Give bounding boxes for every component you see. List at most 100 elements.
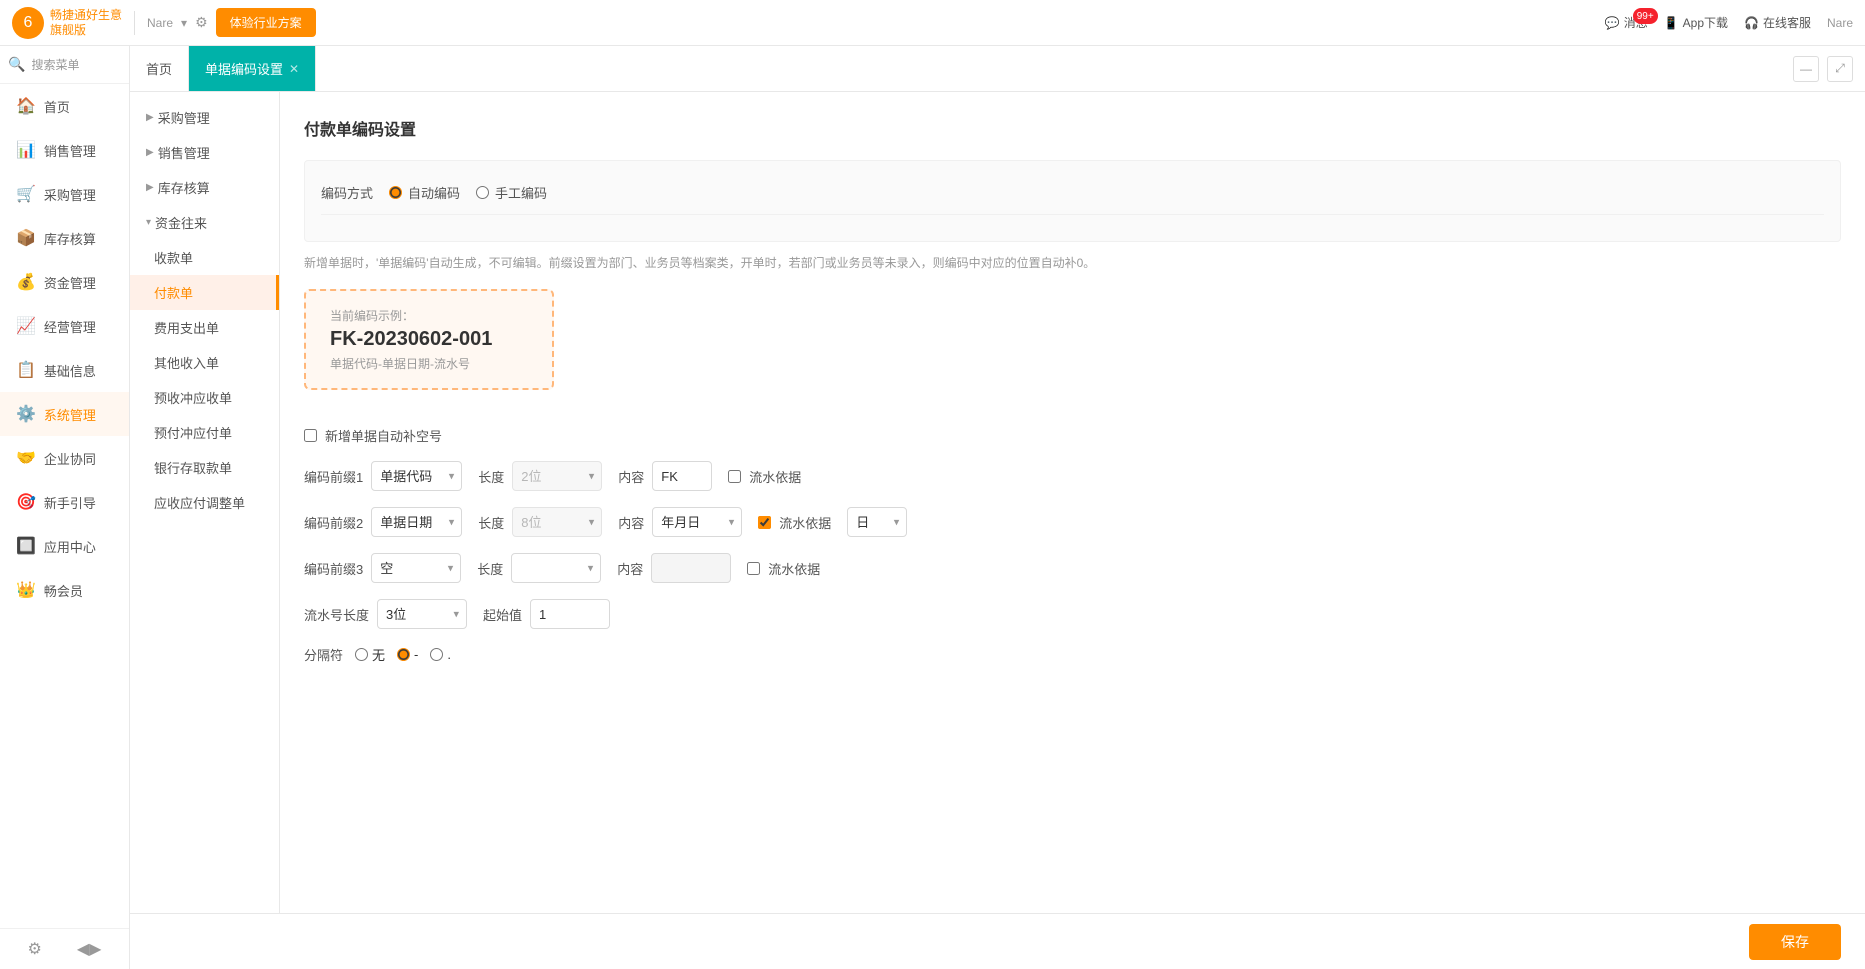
sidebar-search[interactable]: 🔍 搜索菜单 [0,46,129,84]
auto-coding-option[interactable]: 自动编码 [389,183,460,202]
sidebar-item-operations[interactable]: 📈 经营管理 [0,304,129,348]
day2-select-wrapper: 日 [847,507,907,537]
nav-item-other-income[interactable]: 其他收入单 [130,345,279,380]
logo-icon: 6 [12,7,44,39]
length3-select[interactable] [511,553,601,583]
top-divider [134,11,135,35]
serial3-field: 流水依据 [747,559,820,578]
serial1-label: 流水依据 [749,467,801,486]
length3-field: 长度 [477,553,601,583]
tab-maximize-button[interactable]: ⤢ [1827,56,1853,82]
separator-none-radio[interactable] [355,648,368,661]
content2-select-wrapper: 年月日 [652,507,742,537]
prefix2-select[interactable]: 单据日期 [371,507,462,537]
sidebar-item-inventory[interactable]: 📦 库存核算 [0,216,129,260]
nav-item-payment[interactable]: 付款单 [130,275,279,310]
logo: 6 畅捷通好生意 旗舰版 [12,7,122,39]
prefix1-select[interactable]: 单据代码 [371,461,462,491]
auto-fill-checkbox[interactable] [304,429,317,442]
prefix2-field: 编码前缀2 单据日期 [304,507,462,537]
auto-coding-radio[interactable] [389,186,402,199]
sidebar-item-system[interactable]: ⚙️ 系统管理 [0,392,129,436]
purchase-icon: 🛒 [16,184,36,204]
serial-length-select[interactable]: 3位 [377,599,467,629]
sidebar: 🔍 搜索菜单 🏠 首页 📊 销售管理 🛒 采购管理 📦 库存核算 💰 资金管理 … [0,46,130,969]
sidebar-item-guide[interactable]: 🎯 新手引导 [0,480,129,524]
separator-dot-radio[interactable] [430,648,443,661]
tab-minimize-button[interactable]: — [1793,56,1819,82]
length2-select-wrapper: 8位 [512,507,602,537]
collapse-icon[interactable]: ◀▶ [77,939,102,959]
prefix2-select-wrapper: 单据日期 [371,507,462,537]
nav-item-pre-payment[interactable]: 预付冲应付单 [130,415,279,450]
serial2-checkbox[interactable] [758,516,771,529]
separator-label: 分隔符 [304,645,343,664]
length2-select[interactable]: 8位 [512,507,602,537]
nav-item-pre-receipt[interactable]: 预收冲应收单 [130,380,279,415]
sidebar-item-label: 新手引导 [44,493,96,512]
start-value-input[interactable] [530,599,610,629]
serial3-checkbox[interactable] [747,562,760,575]
trial-button[interactable]: 体验行业方案 [216,8,316,37]
prefix3-select[interactable]: 空 [371,553,461,583]
online-service-button[interactable]: 🎧 在线客服 [1744,14,1811,31]
separator-dot[interactable]: . [430,647,451,662]
nav-group-inventory: ▶ 库存核算 [130,170,279,205]
manual-coding-option[interactable]: 手工编码 [476,183,547,202]
prefix-row-3: 编码前缀3 空 长度 [304,553,1841,583]
content2-select[interactable]: 年月日 [652,507,742,537]
length1-select[interactable]: 2位 [512,461,602,491]
tab-close-icon[interactable]: ✕ [289,62,299,76]
sidebar-item-apps[interactable]: 🔲 应用中心 [0,524,129,568]
sidebar-item-member[interactable]: 👑 畅会员 [0,568,129,612]
user-info[interactable]: Nare [1827,16,1853,30]
nav-group-capital-title[interactable]: ▾ 资金往来 [130,205,279,240]
serial1-field: 流水依据 [728,467,801,486]
serial1-checkbox[interactable] [728,470,741,483]
nav-group-purchase-title[interactable]: ▶ 采购管理 [130,100,279,135]
sidebar-item-purchase[interactable]: 🛒 采购管理 [0,172,129,216]
content1-label: 内容 [618,467,644,486]
nav-item-expense[interactable]: 费用支出单 [130,310,279,345]
content1-field: 内容 [618,461,712,491]
nav-item-adjust[interactable]: 应收应付调整单 [130,485,279,520]
sidebar-item-corp[interactable]: 🤝 企业协同 [0,436,129,480]
tab-home[interactable]: 首页 [130,46,189,91]
content1-input[interactable] [652,461,712,491]
settings-bottom-icon[interactable]: ⚙ [28,939,42,959]
sidebar-item-sales[interactable]: 📊 销售管理 [0,128,129,172]
basics-icon: 📋 [16,360,36,380]
tab-coding-settings[interactable]: 单据编码设置 ✕ [189,46,316,91]
bottom-bar: 保存 [130,913,1865,969]
manual-coding-radio[interactable] [476,186,489,199]
nav-item-receipt[interactable]: 收款单 [130,240,279,275]
save-button[interactable]: 保存 [1749,924,1841,960]
sidebar-item-home[interactable]: 🏠 首页 [0,84,129,128]
settings-icon[interactable]: ⚙ [195,14,208,31]
separator-row: 分隔符 无 - . [304,645,1841,664]
sidebar-item-label: 畅会员 [44,581,83,600]
message-button[interactable]: 💬 消息 99+ [1605,14,1648,31]
content3-label: 内容 [617,559,643,578]
sidebar-item-basics[interactable]: 📋 基础信息 [0,348,129,392]
separator-none[interactable]: 无 [355,645,385,664]
top-bar-right: 💬 消息 99+ 📱 App下载 🎧 在线客服 Nare [1605,14,1853,31]
prefix-row-1: 编码前缀1 单据代码 长度 2位 [304,461,1841,491]
nav-group-capital: ▾ 资金往来 收款单 付款单 费用支出单 其他收入单 预收冲应收单 预付冲应付单… [130,205,279,520]
app-download-button[interactable]: 📱 App下载 [1664,14,1728,31]
sidebar-item-finance[interactable]: 💰 资金管理 [0,260,129,304]
prefix1-field: 编码前缀1 单据代码 [304,461,462,491]
separator-dash-radio[interactable] [397,648,410,661]
separator-dash[interactable]: - [397,647,418,662]
length3-select-wrapper [511,553,601,583]
company-name: Nare [147,16,173,30]
nav-item-bank[interactable]: 银行存取款单 [130,450,279,485]
operations-icon: 📈 [16,316,36,336]
coding-method-row: 编码方式 自动编码 手工编码 [321,171,1824,215]
content3-input[interactable] [651,553,731,583]
day2-select[interactable]: 日 [847,507,907,537]
nav-group-inventory-title[interactable]: ▶ 库存核算 [130,170,279,205]
company-dropdown-icon[interactable]: ▾ [181,16,187,30]
nav-group-sales-title[interactable]: ▶ 销售管理 [130,135,279,170]
message-icon: 💬 [1605,16,1620,30]
